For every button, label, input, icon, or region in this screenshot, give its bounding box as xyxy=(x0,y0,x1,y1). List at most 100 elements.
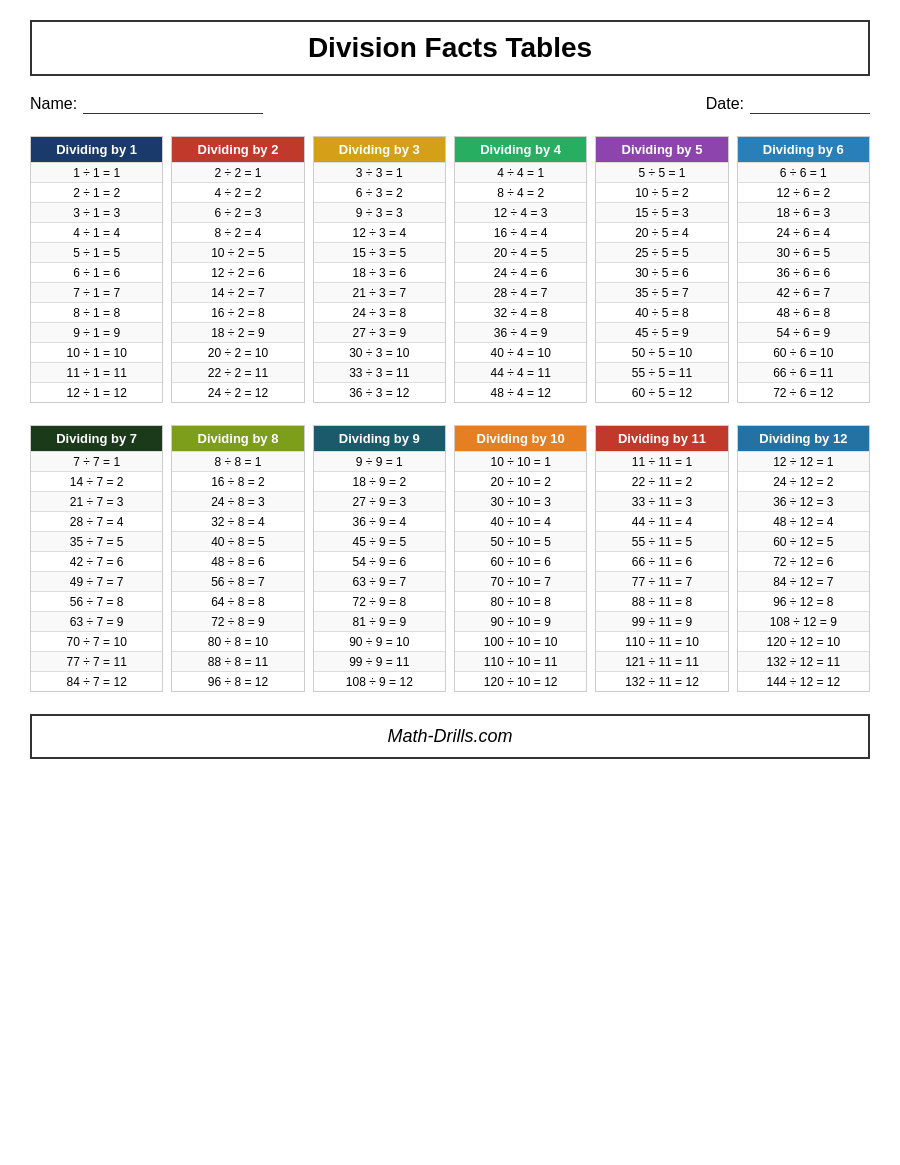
table-row: 36 ÷ 6 = 6 xyxy=(738,262,869,282)
table-row: 18 ÷ 9 = 2 xyxy=(314,471,445,491)
table-row: 5 ÷ 1 = 5 xyxy=(31,242,162,262)
table-row: 10 ÷ 5 = 2 xyxy=(596,182,727,202)
table-row: 108 ÷ 12 = 9 xyxy=(738,611,869,631)
division-table-4: Dividing by 44 ÷ 4 = 18 ÷ 4 = 212 ÷ 4 = … xyxy=(454,136,587,403)
table-row: 36 ÷ 4 = 9 xyxy=(455,322,586,342)
table-row: 15 ÷ 3 = 5 xyxy=(314,242,445,262)
table-row: 72 ÷ 8 = 9 xyxy=(172,611,303,631)
table-row: 36 ÷ 9 = 4 xyxy=(314,511,445,531)
table-row: 45 ÷ 9 = 5 xyxy=(314,531,445,551)
table-row: 60 ÷ 10 = 6 xyxy=(455,551,586,571)
table-row: 99 ÷ 9 = 11 xyxy=(314,651,445,671)
table-row: 9 ÷ 1 = 9 xyxy=(31,322,162,342)
table-row: 8 ÷ 4 = 2 xyxy=(455,182,586,202)
division-table-7: Dividing by 77 ÷ 7 = 114 ÷ 7 = 221 ÷ 7 =… xyxy=(30,425,163,692)
table-row: 36 ÷ 3 = 12 xyxy=(314,382,445,402)
table-row: 7 ÷ 7 = 1 xyxy=(31,451,162,471)
bottom-tables-grid: Dividing by 77 ÷ 7 = 114 ÷ 7 = 221 ÷ 7 =… xyxy=(30,425,870,692)
table-row: 28 ÷ 4 = 7 xyxy=(455,282,586,302)
table-row: 10 ÷ 1 = 10 xyxy=(31,342,162,362)
table-row: 6 ÷ 6 = 1 xyxy=(738,162,869,182)
table-header-11: Dividing by 11 xyxy=(596,426,727,451)
table-row: 21 ÷ 7 = 3 xyxy=(31,491,162,511)
table-row: 1 ÷ 1 = 1 xyxy=(31,162,162,182)
table-row: 6 ÷ 2 = 3 xyxy=(172,202,303,222)
table-row: 3 ÷ 3 = 1 xyxy=(314,162,445,182)
table-row: 2 ÷ 2 = 1 xyxy=(172,162,303,182)
table-row: 30 ÷ 5 = 6 xyxy=(596,262,727,282)
table-row: 48 ÷ 8 = 6 xyxy=(172,551,303,571)
table-row: 32 ÷ 8 = 4 xyxy=(172,511,303,531)
name-date-row: Name: Date: xyxy=(30,94,870,114)
footer-text: Math-Drills.com xyxy=(387,726,512,746)
date-field: Date: xyxy=(706,94,870,114)
name-underline xyxy=(83,94,263,114)
table-row: 27 ÷ 9 = 3 xyxy=(314,491,445,511)
table-row: 50 ÷ 10 = 5 xyxy=(455,531,586,551)
table-row: 9 ÷ 9 = 1 xyxy=(314,451,445,471)
table-row: 110 ÷ 11 = 10 xyxy=(596,631,727,651)
table-row: 120 ÷ 12 = 10 xyxy=(738,631,869,651)
table-row: 8 ÷ 1 = 8 xyxy=(31,302,162,322)
table-row: 18 ÷ 3 = 6 xyxy=(314,262,445,282)
division-table-12: Dividing by 1212 ÷ 12 = 124 ÷ 12 = 236 ÷… xyxy=(737,425,870,692)
table-header-7: Dividing by 7 xyxy=(31,426,162,451)
table-row: 64 ÷ 8 = 8 xyxy=(172,591,303,611)
table-row: 90 ÷ 10 = 9 xyxy=(455,611,586,631)
table-row: 12 ÷ 6 = 2 xyxy=(738,182,869,202)
table-row: 50 ÷ 5 = 10 xyxy=(596,342,727,362)
table-row: 120 ÷ 10 = 12 xyxy=(455,671,586,691)
date-label: Date: xyxy=(706,95,744,113)
table-row: 49 ÷ 7 = 7 xyxy=(31,571,162,591)
table-row: 16 ÷ 4 = 4 xyxy=(455,222,586,242)
division-table-5: Dividing by 55 ÷ 5 = 110 ÷ 5 = 215 ÷ 5 =… xyxy=(595,136,728,403)
table-row: 40 ÷ 5 = 8 xyxy=(596,302,727,322)
table-row: 10 ÷ 10 = 1 xyxy=(455,451,586,471)
table-row: 72 ÷ 6 = 12 xyxy=(738,382,869,402)
table-row: 20 ÷ 5 = 4 xyxy=(596,222,727,242)
table-row: 2 ÷ 1 = 2 xyxy=(31,182,162,202)
table-header-9: Dividing by 9 xyxy=(314,426,445,451)
table-row: 20 ÷ 10 = 2 xyxy=(455,471,586,491)
table-row: 24 ÷ 4 = 6 xyxy=(455,262,586,282)
table-row: 48 ÷ 6 = 8 xyxy=(738,302,869,322)
table-row: 6 ÷ 1 = 6 xyxy=(31,262,162,282)
table-row: 96 ÷ 12 = 8 xyxy=(738,591,869,611)
table-row: 56 ÷ 8 = 7 xyxy=(172,571,303,591)
table-row: 3 ÷ 1 = 3 xyxy=(31,202,162,222)
table-row: 44 ÷ 11 = 4 xyxy=(596,511,727,531)
table-row: 22 ÷ 11 = 2 xyxy=(596,471,727,491)
table-row: 4 ÷ 1 = 4 xyxy=(31,222,162,242)
table-row: 16 ÷ 2 = 8 xyxy=(172,302,303,322)
division-table-11: Dividing by 1111 ÷ 11 = 122 ÷ 11 = 233 ÷… xyxy=(595,425,728,692)
table-row: 99 ÷ 11 = 9 xyxy=(596,611,727,631)
table-row: 11 ÷ 11 = 1 xyxy=(596,451,727,471)
table-row: 55 ÷ 5 = 11 xyxy=(596,362,727,382)
table-row: 42 ÷ 6 = 7 xyxy=(738,282,869,302)
table-row: 63 ÷ 7 = 9 xyxy=(31,611,162,631)
table-row: 80 ÷ 8 = 10 xyxy=(172,631,303,651)
table-row: 8 ÷ 2 = 4 xyxy=(172,222,303,242)
table-row: 30 ÷ 10 = 3 xyxy=(455,491,586,511)
table-row: 14 ÷ 7 = 2 xyxy=(31,471,162,491)
division-table-6: Dividing by 66 ÷ 6 = 112 ÷ 6 = 218 ÷ 6 =… xyxy=(737,136,870,403)
table-header-10: Dividing by 10 xyxy=(455,426,586,451)
table-header-3: Dividing by 3 xyxy=(314,137,445,162)
table-row: 60 ÷ 5 = 12 xyxy=(596,382,727,402)
table-row: 35 ÷ 5 = 7 xyxy=(596,282,727,302)
table-row: 40 ÷ 4 = 10 xyxy=(455,342,586,362)
table-row: 77 ÷ 7 = 11 xyxy=(31,651,162,671)
table-row: 25 ÷ 5 = 5 xyxy=(596,242,727,262)
table-header-5: Dividing by 5 xyxy=(596,137,727,162)
table-row: 18 ÷ 2 = 9 xyxy=(172,322,303,342)
table-row: 33 ÷ 3 = 11 xyxy=(314,362,445,382)
table-row: 12 ÷ 1 = 12 xyxy=(31,382,162,402)
table-row: 70 ÷ 10 = 7 xyxy=(455,571,586,591)
table-row: 28 ÷ 7 = 4 xyxy=(31,511,162,531)
table-row: 70 ÷ 7 = 10 xyxy=(31,631,162,651)
table-row: 108 ÷ 9 = 12 xyxy=(314,671,445,691)
table-row: 6 ÷ 3 = 2 xyxy=(314,182,445,202)
table-row: 18 ÷ 6 = 3 xyxy=(738,202,869,222)
table-row: 132 ÷ 11 = 12 xyxy=(596,671,727,691)
table-header-4: Dividing by 4 xyxy=(455,137,586,162)
